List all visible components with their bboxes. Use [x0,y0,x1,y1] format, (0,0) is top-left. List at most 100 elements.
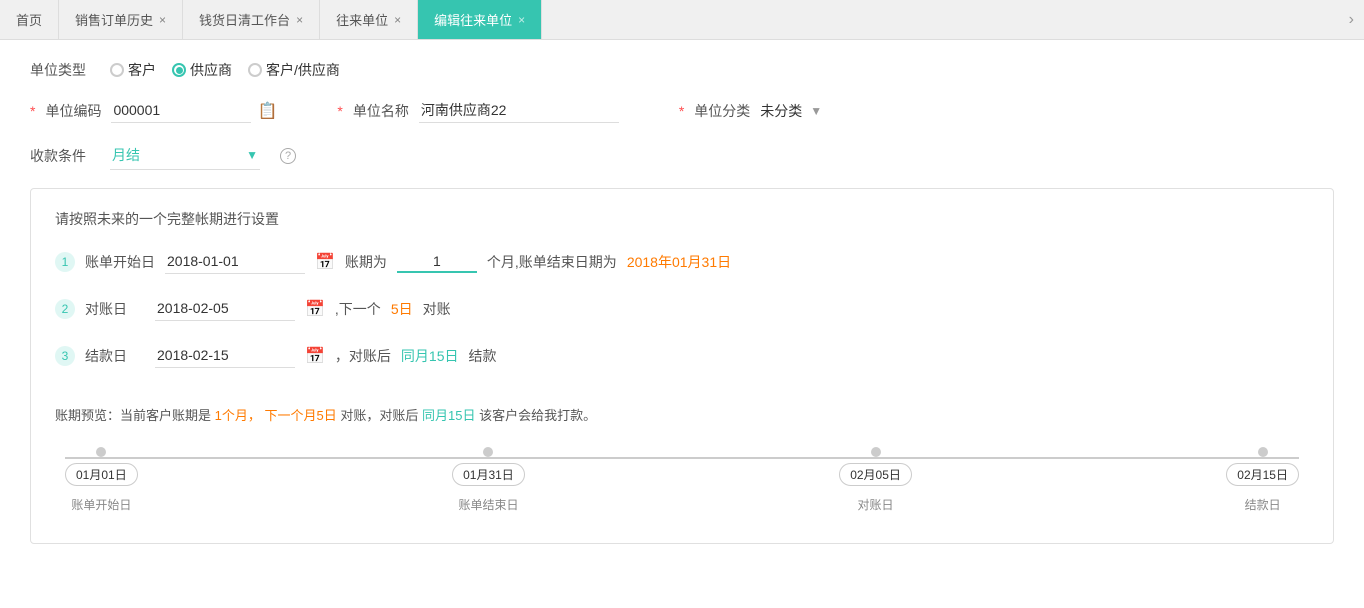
step-1-label: 账单开始日 [85,252,155,272]
unit-code-input[interactable] [111,98,251,123]
unit-code-star: * [30,103,35,119]
tab-sales-history-close[interactable]: × [159,13,166,27]
period-value-input[interactable] [397,251,477,273]
start-date-input[interactable] [165,249,305,274]
period-unit: 个月,账单结束日期为 [487,252,617,272]
timeline-label-2: 账单结束日 [458,496,518,513]
payment-row: 收款条件 月结 ▼ ? [30,141,1334,170]
timeline-label-4: 结款日 [1245,496,1281,513]
preview-end: 该客户会给我打款。 [479,408,596,423]
tab-edit-partner-close[interactable]: × [518,13,525,27]
timeline-node-1: 01月01日 账单开始日 [65,447,138,513]
timeline-badge-2: 01月31日 [452,463,525,486]
reconcile-date-calendar-icon[interactable]: 📅 [305,299,325,319]
unit-classify-label: 单位分类 [694,101,754,121]
unit-name-group: * 单位名称 [337,98,618,123]
preview-text: 账期预览：当前客户账期是 1个月， 下一个月5日 对账，对账后 同月15日 该客… [55,406,1309,427]
timeline-dot-4 [1258,447,1268,457]
step-3-label: 结款日 [85,346,145,366]
setting-row-1: 1 账单开始日 📅 账期为 个月,账单结束日期为 2018年01月31日 [55,249,1309,274]
period-end-date: 2018年01月31日 [627,252,731,272]
timeline-line [65,457,1299,459]
timeline: 01月01日 账单开始日 01月31日 账单结束日 02月05日 对账日 [55,447,1309,513]
unit-info-row: * 单位编码 📋 * 单位名称 * 单位分类 未分类 ▼ [30,98,1334,123]
payment-hint-day: 同月15日 [401,346,459,366]
radio-supplier-label: 供应商 [190,60,232,80]
reconcile-hint-day: 5日 [391,299,413,319]
payment-label: 收款条件 [30,146,90,166]
unit-classify-star: * [679,103,684,119]
unit-classify-arrow-icon: ▼ [810,104,822,118]
payment-date-input[interactable] [155,343,295,368]
radio-both[interactable]: 客户/供应商 [248,60,340,80]
tab-sales-history-label: 销售订单历史 [75,10,153,29]
preview-payment: 同月15日 [422,408,475,423]
step-3-number: 3 [55,346,75,366]
step-2-number: 2 [55,299,75,319]
timeline-label-3: 对账日 [858,496,894,513]
step-2-label: 对账日 [85,299,145,319]
tab-cash-work[interactable]: 钱货日清工作台 × [183,0,320,39]
setting-row-3: 3 结款日 📅 ，对账后 同月15日 结款 [55,343,1309,368]
payment-value: 月结 [112,145,242,165]
tabs-bar: 首页 销售订单历史 × 钱货日清工作台 × 往来单位 × 编辑往来单位 × › [0,0,1364,40]
payment-dropdown-arrow-icon: ▼ [246,148,258,162]
timeline-dot-3 [871,447,881,457]
payment-date-calendar-icon[interactable]: 📅 [305,346,325,366]
unit-type-label: 单位类型 [30,60,90,80]
tab-edit-partner[interactable]: 编辑往来单位 × [418,0,542,39]
reconcile-date-input[interactable] [155,296,295,321]
tab-sales-history[interactable]: 销售订单历史 × [59,0,183,39]
tab-home[interactable]: 首页 [0,0,59,39]
preview-middle: 对账，对账后 [340,408,418,423]
timeline-label-1: 账单开始日 [71,496,131,513]
timeline-dot-1 [96,447,106,457]
unit-type-radio-group: 客户 供应商 客户/供应商 [110,60,340,80]
radio-customer[interactable]: 客户 [110,60,156,80]
tab-partner-close[interactable]: × [394,13,401,27]
payment-help-icon[interactable]: ? [280,148,296,164]
tab-partner[interactable]: 往来单位 × [320,0,418,39]
reconcile-hint-suffix: 对账 [423,299,451,319]
settings-box: 请按照未来的一个完整帐期进行设置 1 账单开始日 📅 账期为 个月,账单结束日期… [30,188,1334,544]
payment-hint-prefix: ，对账后 [335,346,391,366]
unit-classify-group: * 单位分类 未分类 ▼ [679,101,1020,121]
reconcile-hint-prefix: ,下一个 [335,299,381,319]
tab-scroll-right[interactable]: › [1339,0,1364,39]
radio-both-circle [248,63,262,77]
page-content: 单位类型 客户 供应商 客户/供应商 * 单位编码 📋 * [0,40,1364,608]
preview-label: 账期预览：当前客户账期是 [55,408,211,423]
unit-classify-dropdown[interactable]: 未分类 ▼ [760,101,1020,121]
unit-code-group: * 单位编码 📋 [30,98,277,123]
unit-code-label: 单位编码 [45,101,105,121]
timeline-node-3: 02月05日 对账日 [839,447,912,513]
step-1-number: 1 [55,252,75,272]
tab-cash-work-label: 钱货日清工作台 [199,10,290,29]
tab-partner-label: 往来单位 [336,10,388,29]
preview-period: 1个月， [215,408,261,423]
setting-row-2: 2 对账日 📅 ,下一个 5日 对账 [55,296,1309,321]
timeline-node-4: 02月15日 结款日 [1226,447,1299,513]
unit-code-icon[interactable]: 📋 [257,101,277,121]
timeline-badge-4: 02月15日 [1226,463,1299,486]
payment-dropdown[interactable]: 月结 ▼ [110,141,260,170]
tab-home-label: 首页 [16,10,42,29]
unit-name-label: 单位名称 [353,101,413,121]
radio-customer-label: 客户 [128,60,156,80]
radio-customer-circle [110,63,124,77]
radio-both-label: 客户/供应商 [266,60,340,80]
unit-classify-value: 未分类 [760,101,802,121]
period-label: 账期为 [345,252,387,272]
start-date-calendar-icon[interactable]: 📅 [315,252,335,272]
unit-name-star: * [337,103,342,119]
unit-name-input[interactable] [419,98,619,123]
preview-reconcile: 下一个月5日 [265,408,337,423]
radio-supplier[interactable]: 供应商 [172,60,232,80]
radio-supplier-circle [172,63,186,77]
tab-edit-partner-label: 编辑往来单位 [434,10,512,29]
unit-type-row: 单位类型 客户 供应商 客户/供应商 [30,60,1334,80]
tab-cash-work-close[interactable]: × [296,13,303,27]
timeline-dot-2 [483,447,493,457]
timeline-badge-3: 02月05日 [839,463,912,486]
timeline-badge-1: 01月01日 [65,463,138,486]
